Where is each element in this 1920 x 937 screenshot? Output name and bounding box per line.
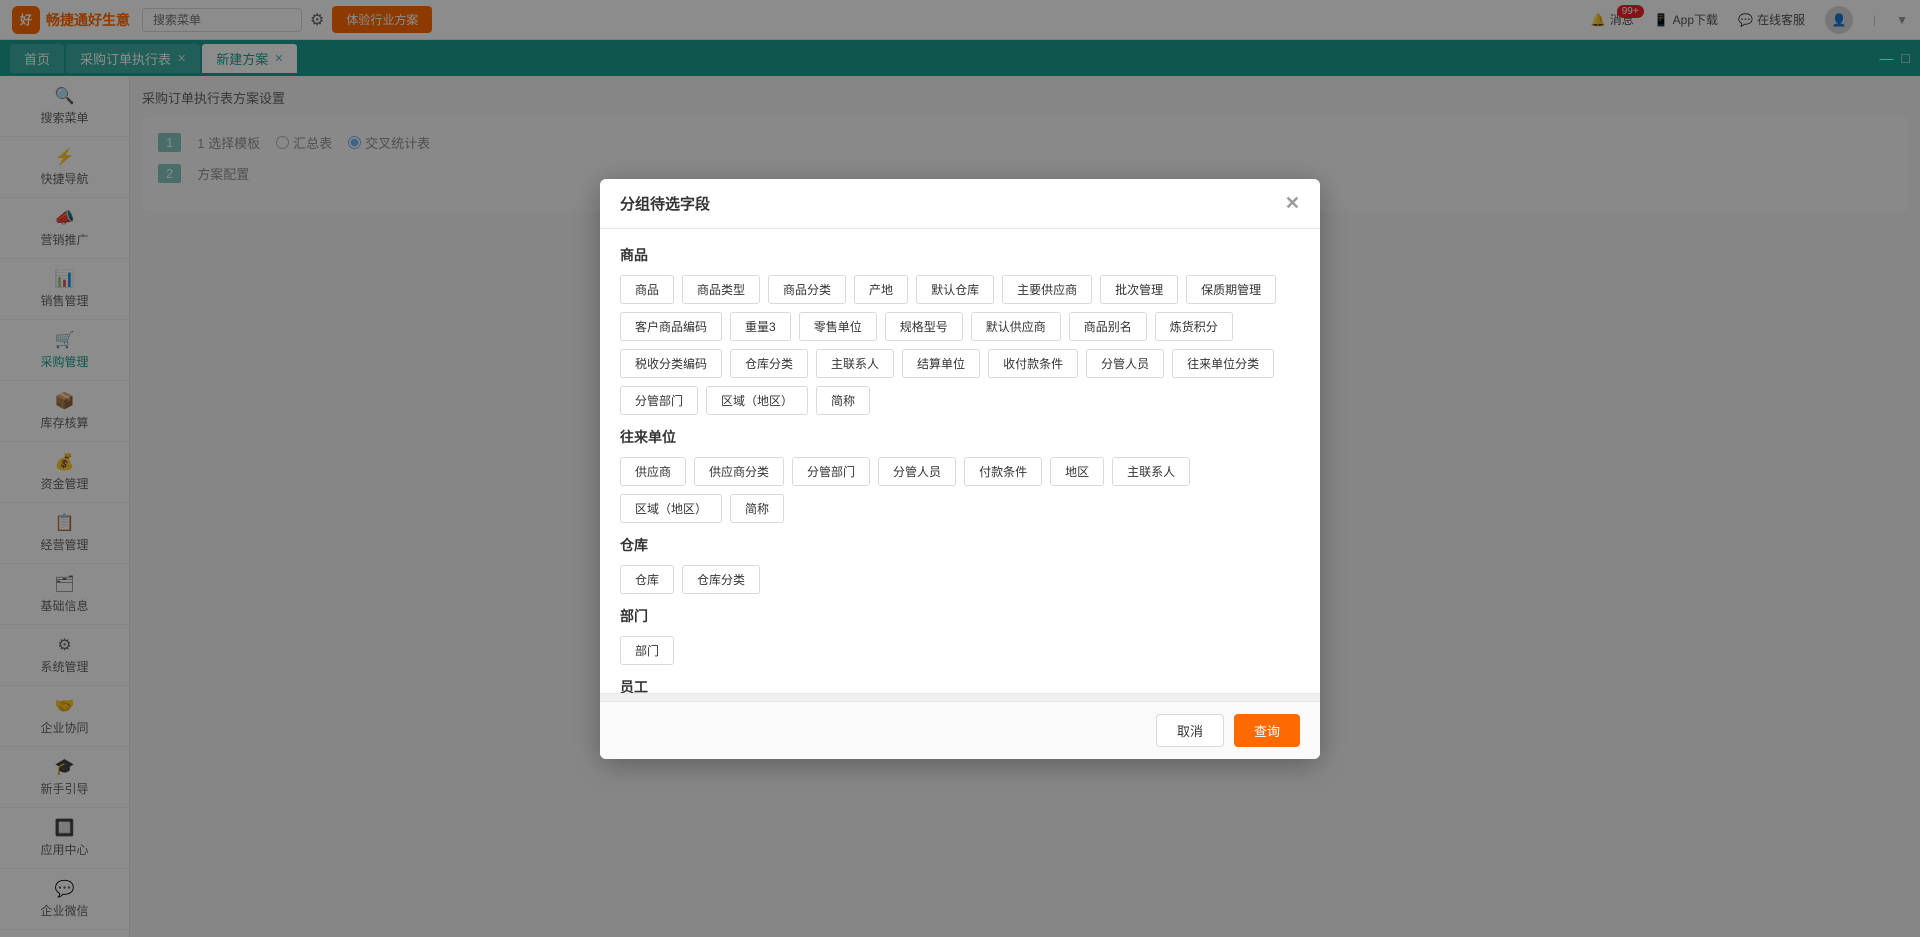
field-chip-2-1[interactable]: 仓库分类 [682, 565, 760, 594]
field-chip-1-1[interactable]: 供应商分类 [694, 457, 784, 486]
field-chip-0-5[interactable]: 主要供应商 [1002, 275, 1092, 304]
field-chip-0-24[interactable]: 简称 [816, 386, 870, 415]
field-chip-1-2[interactable]: 分管部门 [792, 457, 870, 486]
field-chip-0-6[interactable]: 批次管理 [1100, 275, 1178, 304]
modal-horizontal-scrollbar[interactable] [600, 693, 1320, 701]
field-chip-0-2[interactable]: 商品分类 [768, 275, 846, 304]
field-chip-1-7[interactable]: 区域（地区） [620, 494, 722, 523]
field-chip-0-8[interactable]: 客户商品编码 [620, 312, 722, 341]
field-chip-0-0[interactable]: 商品 [620, 275, 674, 304]
field-chip-0-14[interactable]: 炼货积分 [1155, 312, 1233, 341]
modal-footer: 取消 查询 [600, 701, 1320, 759]
fields-grid-3: 部门 [620, 636, 1300, 665]
confirm-button[interactable]: 查询 [1234, 714, 1300, 747]
fields-grid-2: 仓库仓库分类 [620, 565, 1300, 594]
field-group-title-3: 部门 [620, 606, 1300, 626]
field-chip-0-13[interactable]: 商品别名 [1069, 312, 1147, 341]
field-chip-2-0[interactable]: 仓库 [620, 565, 674, 594]
field-chip-1-6[interactable]: 主联系人 [1112, 457, 1190, 486]
field-chip-0-21[interactable]: 往来单位分类 [1172, 349, 1274, 378]
modal-overlay: 分组待选字段 ✕ 商品商品商品类型商品分类产地默认仓库主要供应商批次管理保质期管… [0, 0, 1920, 937]
field-group-title-2: 仓库 [620, 535, 1300, 555]
modal-header: 分组待选字段 ✕ [600, 179, 1320, 229]
field-chip-1-0[interactable]: 供应商 [620, 457, 686, 486]
field-chip-1-8[interactable]: 简称 [730, 494, 784, 523]
fields-grid-0: 商品商品类型商品分类产地默认仓库主要供应商批次管理保质期管理客户商品编码重量3 零… [620, 275, 1300, 415]
field-chip-0-7[interactable]: 保质期管理 [1186, 275, 1276, 304]
field-chip-0-10[interactable]: 零售单位 [799, 312, 877, 341]
field-chip-0-11[interactable]: 规格型号 [885, 312, 963, 341]
field-chip-0-15[interactable]: 税收分类编码 [620, 349, 722, 378]
field-group-title-1: 往来单位 [620, 427, 1300, 447]
field-chip-0-4[interactable]: 默认仓库 [916, 275, 994, 304]
field-group-title-0: 商品 [620, 245, 1300, 265]
field-chip-0-9[interactable]: 重量3 [730, 312, 791, 341]
field-chip-0-3[interactable]: 产地 [854, 275, 908, 304]
field-chip-0-1[interactable]: 商品类型 [682, 275, 760, 304]
field-chip-0-19[interactable]: 收付款条件 [988, 349, 1078, 378]
field-chip-1-3[interactable]: 分管人员 [878, 457, 956, 486]
field-chip-0-22[interactable]: 分管部门 [620, 386, 698, 415]
fields-grid-1: 供应商供应商分类分管部门分管人员付款条件地区主联系人区域（地区） 简称 [620, 457, 1300, 523]
modal-dialog: 分组待选字段 ✕ 商品商品商品类型商品分类产地默认仓库主要供应商批次管理保质期管… [600, 179, 1320, 759]
field-chip-0-17[interactable]: 主联系人 [816, 349, 894, 378]
modal-body: 商品商品商品类型商品分类产地默认仓库主要供应商批次管理保质期管理客户商品编码重量… [600, 229, 1320, 693]
modal-close-button[interactable]: ✕ [1285, 194, 1300, 212]
modal-title: 分组待选字段 [620, 193, 710, 214]
field-chip-0-20[interactable]: 分管人员 [1086, 349, 1164, 378]
cancel-button[interactable]: 取消 [1156, 714, 1224, 747]
field-group-title-4: 员工 [620, 677, 1300, 693]
field-chip-0-18[interactable]: 结算单位 [902, 349, 980, 378]
field-chip-1-5[interactable]: 地区 [1050, 457, 1104, 486]
field-chip-0-12[interactable]: 默认供应商 [971, 312, 1061, 341]
field-chip-0-16[interactable]: 仓库分类 [730, 349, 808, 378]
field-chip-0-23[interactable]: 区域（地区） [706, 386, 808, 415]
field-chip-1-4[interactable]: 付款条件 [964, 457, 1042, 486]
field-chip-3-0[interactable]: 部门 [620, 636, 674, 665]
